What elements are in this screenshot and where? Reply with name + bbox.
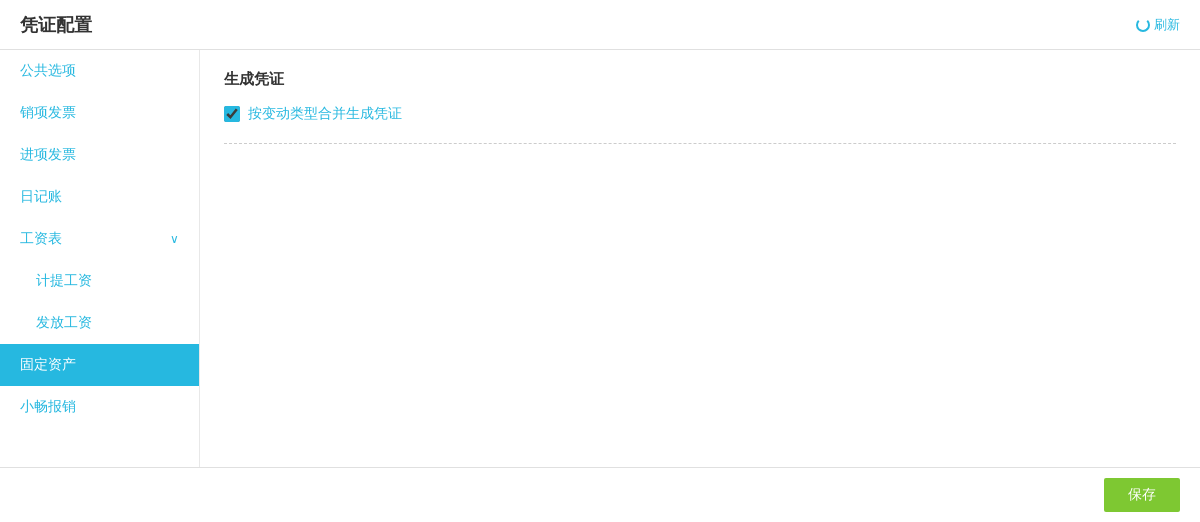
sidebar-item-payroll[interactable]: 工资表 ∨: [0, 218, 199, 260]
sidebar-item-label: 小畅报销: [20, 398, 76, 416]
refresh-icon: [1136, 18, 1150, 32]
sidebar-item-journal[interactable]: 日记账: [0, 176, 199, 218]
sidebar-item-fixed-assets[interactable]: 固定资产: [0, 344, 199, 386]
sidebar-item-commission[interactable]: 计提工资: [0, 260, 199, 302]
sidebar-item-sales-invoice[interactable]: 销项发票: [0, 92, 199, 134]
main-layout: 公共选项销项发票进项发票日记账工资表 ∨ 计提工资发放工资固定资产小畅报销 生成凭证…: [0, 50, 1200, 467]
sidebar-item-label: 工资表: [20, 230, 62, 248]
sidebar-item-label: 计提工资: [36, 272, 92, 290]
section-title: 生成凭证: [224, 70, 1176, 89]
save-button[interactable]: 保存: [1104, 478, 1180, 512]
sidebar-item-label: 固定资产: [20, 356, 76, 374]
content-area: 生成凭证 按变动类型合并生成凭证: [200, 50, 1200, 467]
refresh-label: 刷新: [1154, 16, 1180, 34]
chevron-down-icon: ∨: [170, 232, 179, 246]
sidebar-item-label: 日记账: [20, 188, 62, 206]
checkbox-label[interactable]: 按变动类型合并生成凭证: [248, 105, 402, 123]
sidebar-item-label: 销项发票: [20, 104, 76, 122]
sidebar-item-label: 进项发票: [20, 146, 76, 164]
sidebar-item-label: 发放工资: [36, 314, 92, 332]
page-header: 凭证配置 刷新: [0, 0, 1200, 50]
refresh-button[interactable]: 刷新: [1136, 16, 1180, 34]
sidebar-item-expense[interactable]: 小畅报销: [0, 386, 199, 428]
merge-by-type-checkbox[interactable]: [224, 106, 240, 122]
sidebar: 公共选项销项发票进项发票日记账工资表 ∨ 计提工资发放工资固定资产小畅报销: [0, 50, 200, 467]
sidebar-item-distribute[interactable]: 发放工资: [0, 302, 199, 344]
sidebar-item-purchase-invoice[interactable]: 进项发票: [0, 134, 199, 176]
checkbox-row: 按变动类型合并生成凭证: [224, 105, 1176, 144]
sidebar-item-label: 公共选项: [20, 62, 76, 80]
page-title: 凭证配置: [20, 13, 92, 37]
footer: 保存: [0, 467, 1200, 522]
sidebar-item-public[interactable]: 公共选项: [0, 50, 199, 92]
